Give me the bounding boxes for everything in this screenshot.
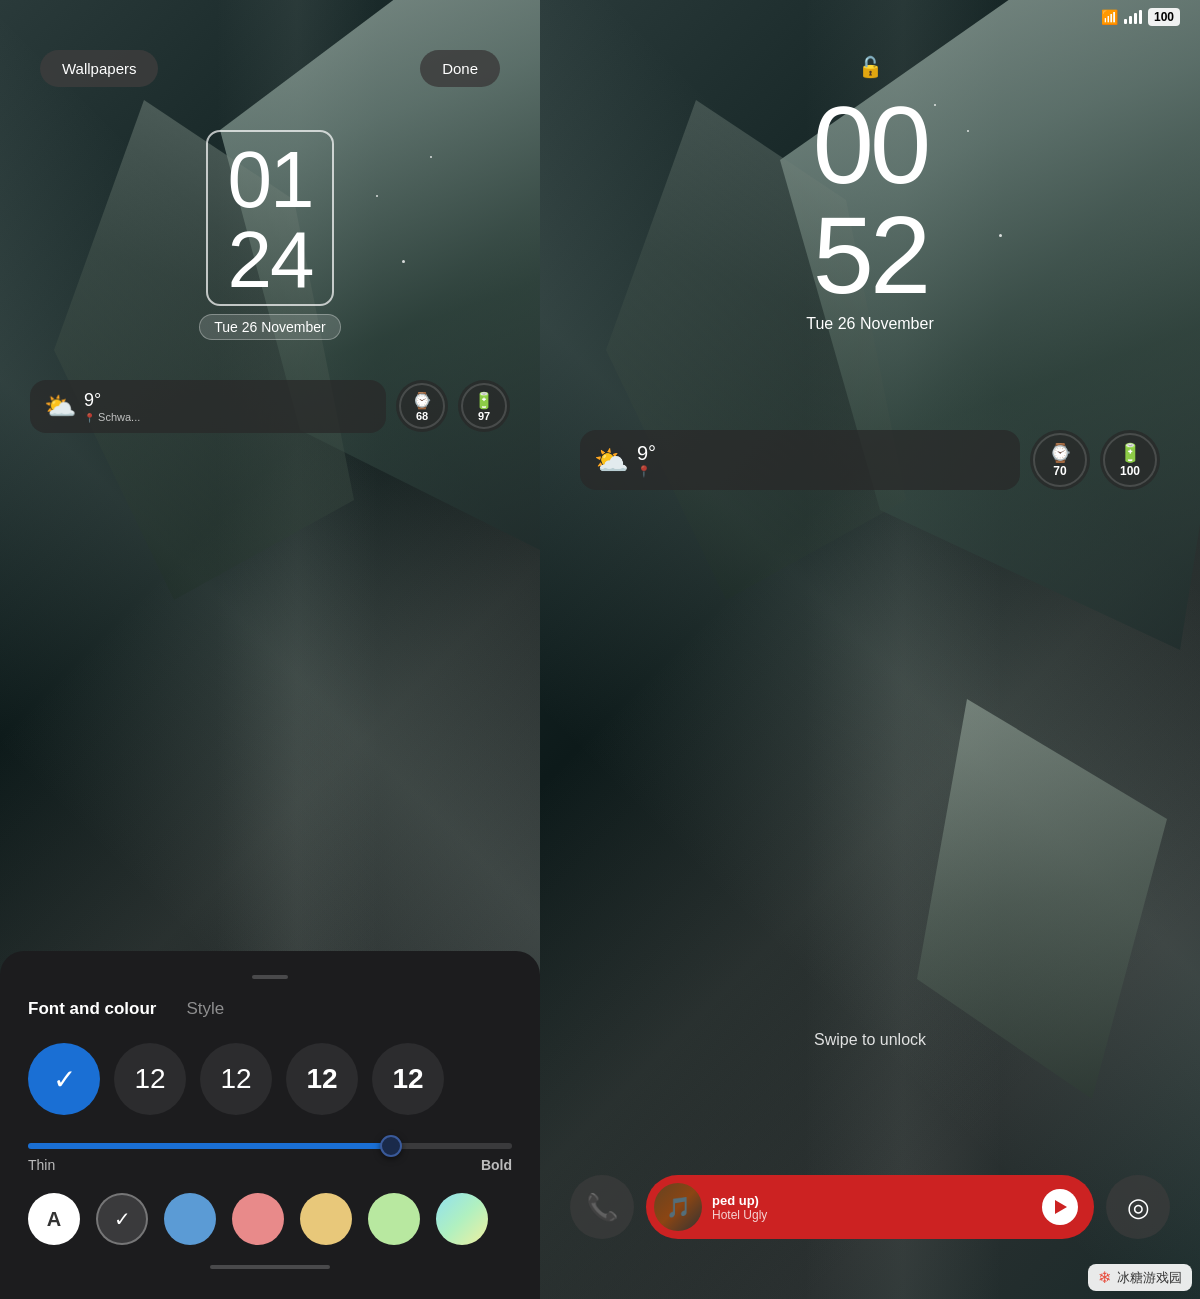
top-bar: Wallpapers Done xyxy=(40,50,500,87)
left-weather-location: 📍 Schwa... xyxy=(84,411,140,423)
left-clock-minutes: 24 xyxy=(228,220,313,300)
color-yellow[interactable] xyxy=(300,1193,352,1245)
left-weather-text: 9° 📍 Schwa... xyxy=(84,390,140,423)
left-weather-temp: 9° xyxy=(84,390,140,411)
wifi-icon: 📶 xyxy=(1101,9,1118,25)
signal-bars xyxy=(1124,10,1142,24)
right-weather-temp: 9° xyxy=(637,442,656,465)
signal-bar-4 xyxy=(1139,10,1142,24)
tab-font-colour[interactable]: Font and colour xyxy=(28,999,156,1019)
left-clock-area: 01 24 Tue 26 November xyxy=(135,130,405,340)
signal-bar-3 xyxy=(1134,13,1137,24)
check-icon: ✓ xyxy=(53,1063,76,1096)
bold-label: Bold xyxy=(481,1157,512,1173)
font-circle-bold[interactable]: 12 xyxy=(372,1043,444,1115)
font-weight-slider-container: Thin Bold xyxy=(28,1143,512,1173)
right-battery-widget: 🔋 100 xyxy=(1100,430,1160,490)
music-info: ped up) Hotel Ugly xyxy=(712,1193,1032,1222)
main-container: Wallpapers Done 01 24 Tue 26 November ⛅ … xyxy=(0,0,1200,1299)
done-button[interactable]: Done xyxy=(420,50,500,87)
watermark-icon: ❄ xyxy=(1098,1268,1111,1287)
right-clock-minutes: 52 xyxy=(806,200,933,310)
music-player[interactable]: 🎵 ped up) Hotel Ugly xyxy=(646,1175,1094,1239)
color-letter-a: A xyxy=(47,1208,61,1231)
tab-style[interactable]: Style xyxy=(186,999,224,1019)
right-watch-ring xyxy=(1033,433,1087,487)
right-watch-widget: ⌚ 70 xyxy=(1030,430,1090,490)
panel-handle xyxy=(252,975,288,979)
right-weather-icon: ⛅ xyxy=(594,444,629,477)
camera-icon[interactable]: ◎ xyxy=(1106,1175,1170,1239)
signal-bar-1 xyxy=(1124,19,1127,24)
font-circle-regular[interactable]: 12 xyxy=(200,1043,272,1115)
right-weather-text: 9° 📍 xyxy=(637,442,656,478)
bottom-panel: Font and colour Style ✓ 12 12 12 12 xyxy=(0,951,540,1299)
status-bar: 📶 100 xyxy=(1101,8,1180,26)
color-white[interactable]: A xyxy=(28,1193,80,1245)
right-clock-area: 00 52 Tue 26 November xyxy=(806,90,933,333)
album-art: 🎵 xyxy=(654,1183,702,1231)
color-green[interactable] xyxy=(368,1193,420,1245)
font-circles-row: ✓ 12 12 12 12 xyxy=(28,1043,512,1115)
right-weather-loc: 📍 xyxy=(637,465,656,478)
left-phone: Wallpapers Done 01 24 Tue 26 November ⛅ … xyxy=(0,0,540,1299)
font-regular-label: 12 xyxy=(220,1063,251,1095)
font-weight-slider[interactable] xyxy=(28,1143,512,1149)
font-bold-label: 12 xyxy=(392,1063,423,1095)
bottom-dock: 📞 🎵 ped up) Hotel Ugly ◎ xyxy=(570,1175,1170,1239)
slider-labels: Thin Bold xyxy=(28,1157,512,1173)
right-clock-hours: 00 xyxy=(806,90,933,200)
left-weather-widget: ⛅ 9° 📍 Schwa... xyxy=(30,380,386,433)
left-watch-widget: ⌚ 68 xyxy=(396,380,448,432)
bottom-divider xyxy=(210,1265,330,1269)
right-phone-inner: 📶 100 🔓 00 52 Tue 26 November xyxy=(540,0,1200,1299)
wallpapers-button[interactable]: Wallpapers xyxy=(40,50,158,87)
font-circle-thin[interactable]: 12 xyxy=(114,1043,186,1115)
battery-ring xyxy=(461,383,507,429)
color-circles-row: A ✓ xyxy=(28,1193,512,1245)
swipe-to-unlock: Swipe to unlock xyxy=(814,1031,926,1049)
font-circle-medium[interactable]: 12 xyxy=(286,1043,358,1115)
right-battery-ring xyxy=(1103,433,1157,487)
font-thin-label: 12 xyxy=(134,1063,165,1095)
color-blue[interactable] xyxy=(164,1193,216,1245)
color-pink[interactable] xyxy=(232,1193,284,1245)
right-widgets: ⛅ 9° 📍 ⌚ 70 🔋 100 xyxy=(580,430,1160,490)
right-weather-widget: ⛅ 9° 📍 xyxy=(580,430,1020,490)
lock-icon: 🔓 xyxy=(858,55,883,79)
slider-thumb xyxy=(380,1135,402,1157)
color-dark[interactable]: ✓ xyxy=(96,1193,148,1245)
font-circle-selected[interactable]: ✓ xyxy=(28,1043,100,1115)
play-icon xyxy=(1055,1200,1067,1214)
panel-tabs: Font and colour Style xyxy=(28,999,512,1019)
left-weather-icon: ⛅ xyxy=(44,391,76,422)
left-battery-widget: 🔋 97 xyxy=(458,380,510,432)
thin-label: Thin xyxy=(28,1157,55,1173)
watermark: ❄ 冰糖游戏园 xyxy=(1088,1264,1192,1291)
watch-ring xyxy=(399,383,445,429)
left-widgets: ⛅ 9° 📍 Schwa... ⌚ 68 🔋 xyxy=(30,380,510,433)
battery-value-right: 100 xyxy=(1154,10,1174,24)
music-artist: Hotel Ugly xyxy=(712,1208,1032,1222)
right-phone: 📶 100 🔓 00 52 Tue 26 November xyxy=(540,0,1200,1299)
music-title: ped up) xyxy=(712,1193,1032,1208)
watermark-text: 冰糖游戏园 xyxy=(1117,1269,1182,1287)
left-clock-hours: 01 xyxy=(228,140,313,220)
color-gradient[interactable] xyxy=(436,1193,488,1245)
signal-bar-2 xyxy=(1129,16,1132,24)
right-clock-date: Tue 26 November xyxy=(806,315,933,333)
phone-icon[interactable]: 📞 xyxy=(570,1175,634,1239)
font-medium-label: 12 xyxy=(306,1063,337,1095)
battery-status: 100 xyxy=(1148,8,1180,26)
phone-icon-symbol: 📞 xyxy=(586,1192,618,1223)
camera-icon-symbol: ◎ xyxy=(1127,1192,1150,1223)
play-button[interactable] xyxy=(1042,1189,1078,1225)
clock-outline-box: 01 24 xyxy=(206,130,335,306)
left-clock-date: Tue 26 November xyxy=(199,314,341,340)
